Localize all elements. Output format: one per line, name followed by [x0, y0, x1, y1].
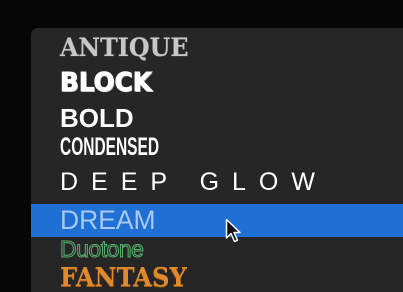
menu-item-label: CONDENSED — [60, 132, 160, 161]
menu-item-antique[interactable]: ANTIQUE — [31, 32, 403, 62]
menu-item-label: DEEP GLOW — [60, 167, 328, 196]
title-style-menu: ANTIQUE BLOCK BOLD CONDENSED DEEP GLOW D… — [31, 28, 403, 292]
menu-item-deep-glow[interactable]: DEEP GLOW — [31, 164, 403, 200]
menu-item-duotone[interactable]: Duotone — [31, 236, 403, 262]
menu-item-label: Duotone — [59, 235, 144, 262]
arrow-pointer-icon — [225, 218, 241, 243]
menu-item-bold[interactable]: BOLD — [31, 104, 403, 132]
menu-item-fantasy[interactable]: FANTASY — [31, 263, 403, 292]
menu-item-label: BLOCK — [60, 68, 153, 98]
menu-item-label: DREAM — [60, 205, 156, 235]
menu-item-label: FANTASY — [60, 263, 187, 292]
menu-item-condensed[interactable]: CONDENSED — [31, 132, 403, 162]
menu-item-label: ANTIQUE — [60, 32, 189, 62]
menu-item-dream[interactable]: DREAM — [31, 204, 403, 237]
menu-item-block[interactable]: BLOCK — [31, 67, 403, 99]
menu-item-label: BOLD — [60, 103, 134, 133]
